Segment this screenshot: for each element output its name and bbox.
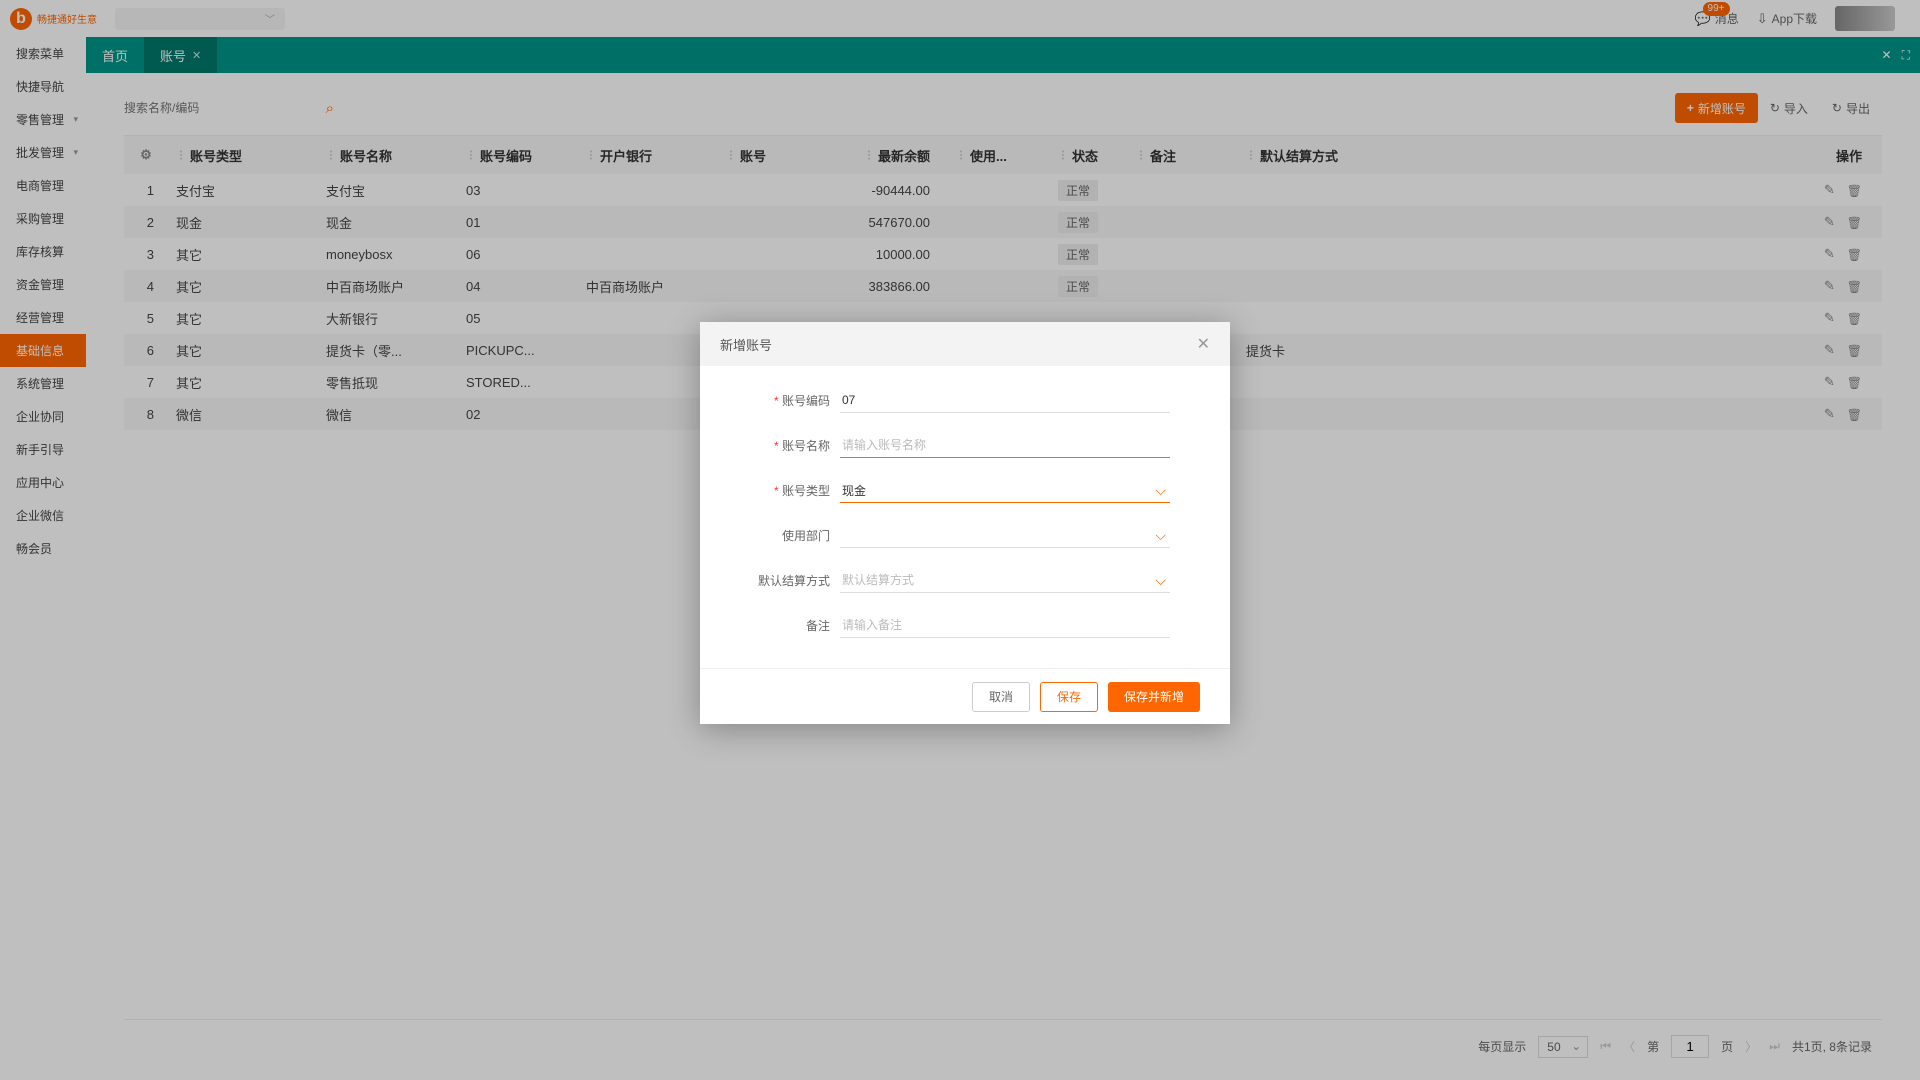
modal-header: 新增账号 <box>700 322 1230 366</box>
select-account-type[interactable] <box>840 478 1170 503</box>
input-remark[interactable] <box>840 613 1170 638</box>
label-default-payment: 默认结算方式 <box>740 572 840 589</box>
select-default-payment[interactable] <box>840 568 1170 593</box>
label-account-name: 账号名称 <box>740 437 840 454</box>
cancel-button[interactable]: 取消 <box>972 682 1030 712</box>
modal-title: 新增账号 <box>720 335 772 354</box>
input-account-name[interactable] <box>840 433 1170 458</box>
input-account-code[interactable] <box>840 388 1170 413</box>
label-account-type: 账号类型 <box>740 482 840 499</box>
add-account-modal: 新增账号 账号编码 账号名称 账号类型 使用部门 默认结算方式 备注 取消 <box>700 322 1230 724</box>
save-button[interactable]: 保存 <box>1040 682 1098 712</box>
modal-close-icon[interactable] <box>1197 334 1210 354</box>
label-remark: 备注 <box>740 617 840 634</box>
save-and-add-button[interactable]: 保存并新增 <box>1108 682 1200 712</box>
select-department[interactable] <box>840 523 1170 548</box>
label-department: 使用部门 <box>740 527 840 544</box>
label-account-code: 账号编码 <box>740 392 840 409</box>
